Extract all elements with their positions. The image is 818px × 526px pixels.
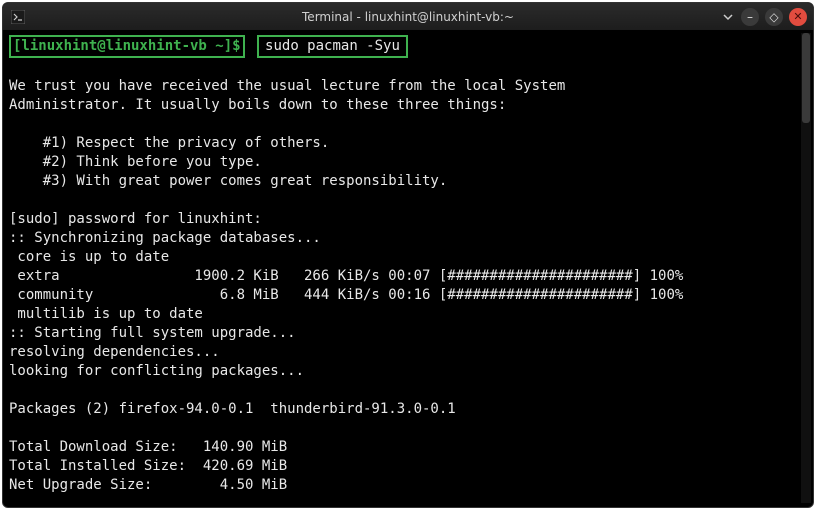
term-line: resolving dependencies... [9,344,220,360]
term-line: :: Starting full system upgrade... [9,325,296,341]
minimize-button[interactable]: – [741,8,759,26]
term-line: community 6.8 MiB 444 KiB/s 00:16 [#####… [9,287,683,303]
term-line: Administrator. It usually boils down to … [9,97,506,113]
term-line: [sudo] password for linuxhint: [9,211,262,227]
terminal-app-icon [11,10,25,24]
term-line: Packages (2) firefox-94.0-0.1 thunderbir… [9,401,456,417]
term-line: :: Synchronizing package databases... [9,230,321,246]
term-line: Total Installed Size: 420.69 MiB [9,458,287,474]
term-line: We trust you have received the usual lec… [9,78,565,94]
titlebar: Terminal - linuxhint@linuxhint-vb:~ – ◇ … [3,3,813,31]
term-line: #2) Think before you type. [9,154,262,170]
prompt-box: [linuxhint@linuxhint-vb ~]$ [9,35,245,58]
scrollbar-thumb[interactable] [802,33,810,123]
maximize-button[interactable]: ◇ [765,8,783,26]
term-line: core is up to date [9,249,169,265]
terminal-window: Terminal - linuxhint@linuxhint-vb:~ – ◇ … [2,2,814,508]
term-line: #1) Respect the privacy of others. [9,135,329,151]
chevron-down-icon[interactable] [721,10,735,24]
command-box: sudo pacman -Syu [257,35,408,58]
term-line: #3) With great power comes great respons… [9,173,447,189]
window-title: Terminal - linuxhint@linuxhint-vb:~ [3,10,813,24]
scrollbar[interactable] [801,33,811,503]
term-line: Total Download Size: 140.90 MiB [9,439,287,455]
term-line: looking for conflicting packages... [9,363,304,379]
term-line: extra 1900.2 KiB 266 KiB/s 00:07 [######… [9,268,683,284]
term-line: Net Upgrade Size: 4.50 MiB [9,477,287,493]
prompt-user-host: [linuxhint@linuxhint-vb ~] [13,38,232,54]
terminal-body[interactable]: [linuxhint@linuxhint-vb ~]$ sudo pacman … [3,31,813,508]
window-controls: – ◇ ✕ [721,8,807,26]
prompt-dollar: $ [232,38,240,54]
close-button[interactable]: ✕ [789,8,807,26]
term-line: multilib is up to date [9,306,203,322]
